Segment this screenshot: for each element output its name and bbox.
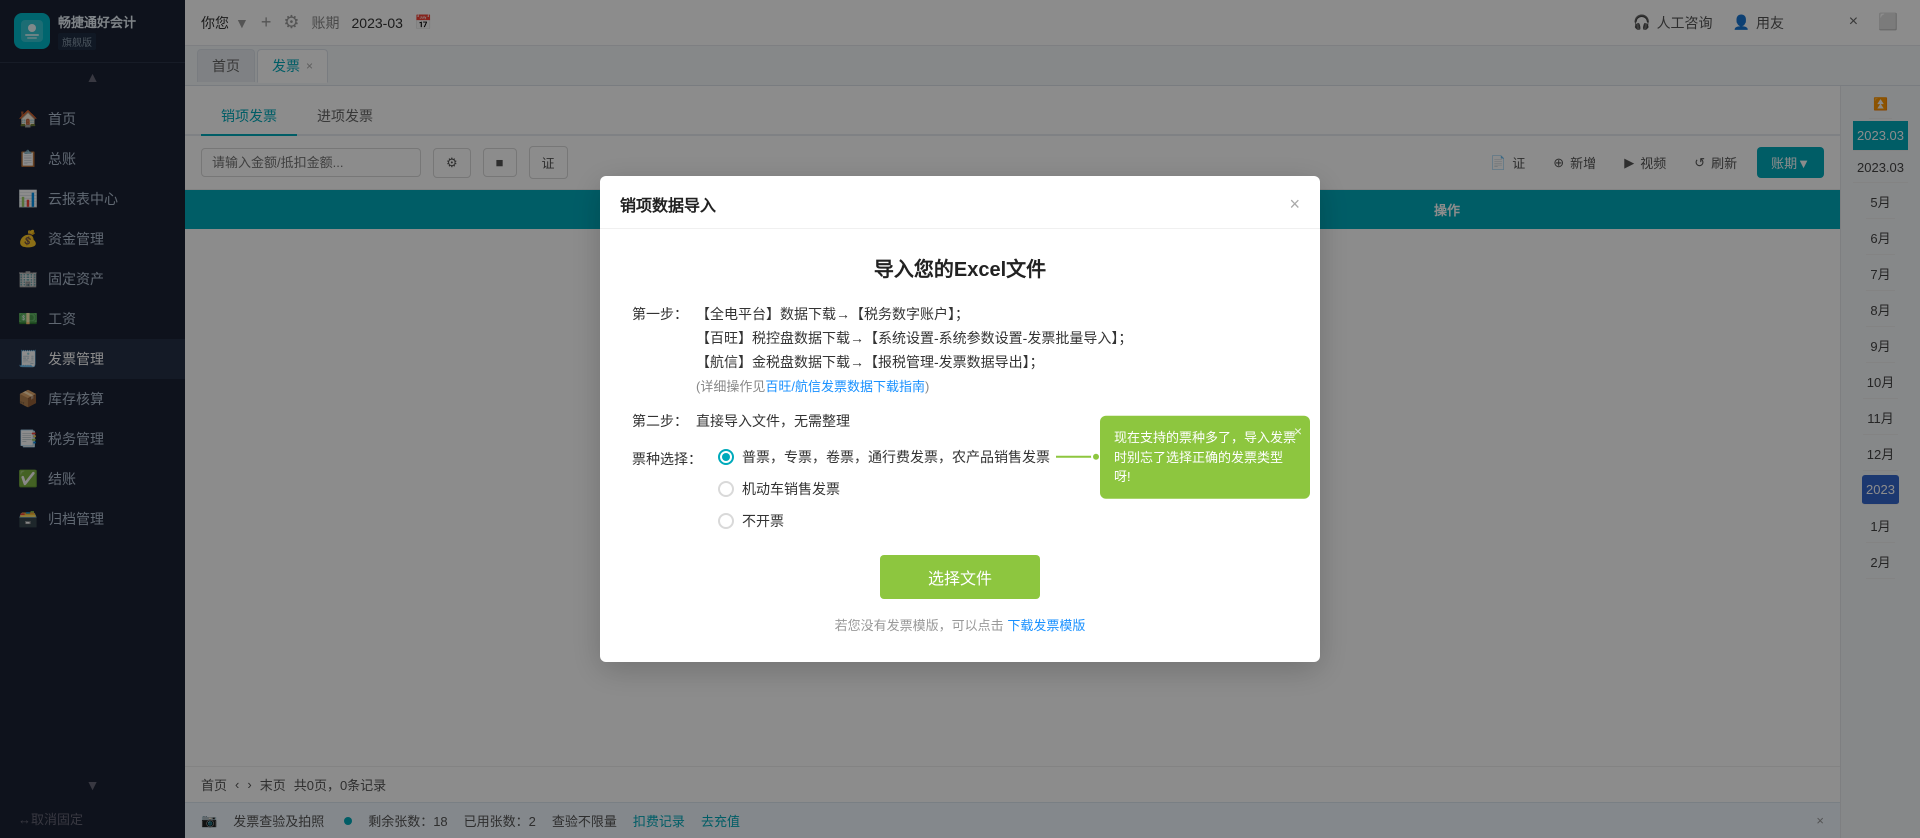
step1-line3: 【航信】金税盘数据下载→【报税管理-发票数据导出】； — [696, 352, 1132, 372]
modal-body: 导入您的Excel文件 第一步： 【全电平台】数据下载→【税务数字账户】； 【百… — [600, 229, 1320, 662]
modal-overlay: 销项数据导入 × 导入您的Excel文件 第一步： 【全电平台】数据下载→【税务… — [0, 0, 1920, 838]
radio-motor[interactable]: 机动车销售发票 — [718, 479, 1050, 499]
tooltip-line — [1056, 456, 1096, 458]
step2-content: 直接导入文件，无需整理 — [696, 411, 850, 431]
bottom-note-text: 若您没有发票模版，可以点击 — [835, 618, 1004, 633]
radio-label-1: 普票，专票，卷票，通行费发票，农产品销售发票 — [742, 447, 1050, 467]
modal-step1: 第一步： 【全电平台】数据下载→【税务数字账户】； 【百旺】税控盘数据下载→【系… — [632, 304, 1288, 395]
import-modal: 销项数据导入 × 导入您的Excel文件 第一步： 【全电平台】数据下载→【税务… — [600, 176, 1320, 662]
download-template-link[interactable]: 下载发票模版 — [1007, 618, 1085, 633]
radio-general[interactable]: 普票，专票，卷票，通行费发票，农产品销售发票 × 现在支持的票种多了，导入发票时… — [718, 447, 1050, 467]
radio-circle-3 — [718, 513, 734, 529]
radio-circle-1 — [718, 449, 734, 465]
tooltip-wrapper: × 现在支持的票种多了，导入发票时别忘了选择正确的发票类型呀! — [1056, 416, 1310, 499]
modal-bottom-note: 若您没有发票模版，可以点击 下载发票模版 — [632, 615, 1288, 634]
step1-label: 第一步： — [632, 304, 688, 395]
modal-title: 销项数据导入 — [620, 192, 716, 216]
download-guide-link[interactable]: 百旺/航信发票数据下载指南 — [765, 379, 925, 394]
radio-label-2: 机动车销售发票 — [742, 479, 840, 499]
modal-close-btn[interactable]: × — [1289, 195, 1300, 213]
radio-group: 普票，专票，卷票，通行费发票，农产品销售发票 × 现在支持的票种多了，导入发票时… — [710, 447, 1050, 531]
radio-dot-1 — [722, 453, 730, 461]
tooltip-close-btn[interactable]: × — [1294, 421, 1302, 442]
radio-circle-2 — [718, 481, 734, 497]
modal-footer: 选择文件 — [632, 555, 1288, 599]
step1-line2: 【百旺】税控盘数据下载→【系统设置-系统参数设置-发票批量导入】； — [696, 328, 1132, 348]
radio-label-3: 不开票 — [742, 511, 784, 531]
step2-label: 第二步： — [632, 411, 688, 431]
tooltip-bubble: × 现在支持的票种多了，导入发票时别忘了选择正确的发票类型呀! — [1100, 416, 1310, 499]
modal-ticket-type: 票种选择： 普票，专票，卷票，通行费发票，农产品销售发票 — [632, 447, 1288, 531]
radio-none[interactable]: 不开票 — [718, 511, 1050, 531]
step1-link-suffix: ) — [925, 379, 929, 394]
ticket-label: 票种选择： — [632, 447, 702, 469]
tooltip-text: 现在支持的票种多了，导入发票时别忘了选择正确的发票类型呀! — [1114, 430, 1296, 484]
select-file-button[interactable]: 选择文件 — [880, 555, 1040, 599]
step1-link: (详细操作见百旺/航信发票数据下载指南) — [696, 376, 1132, 395]
step1-line1: 【全电平台】数据下载→【税务数字账户】； — [696, 304, 1132, 324]
modal-header: 销项数据导入 × — [600, 176, 1320, 229]
step1-link-prefix: (详细操作见 — [696, 379, 765, 394]
modal-import-title: 导入您的Excel文件 — [632, 253, 1288, 282]
